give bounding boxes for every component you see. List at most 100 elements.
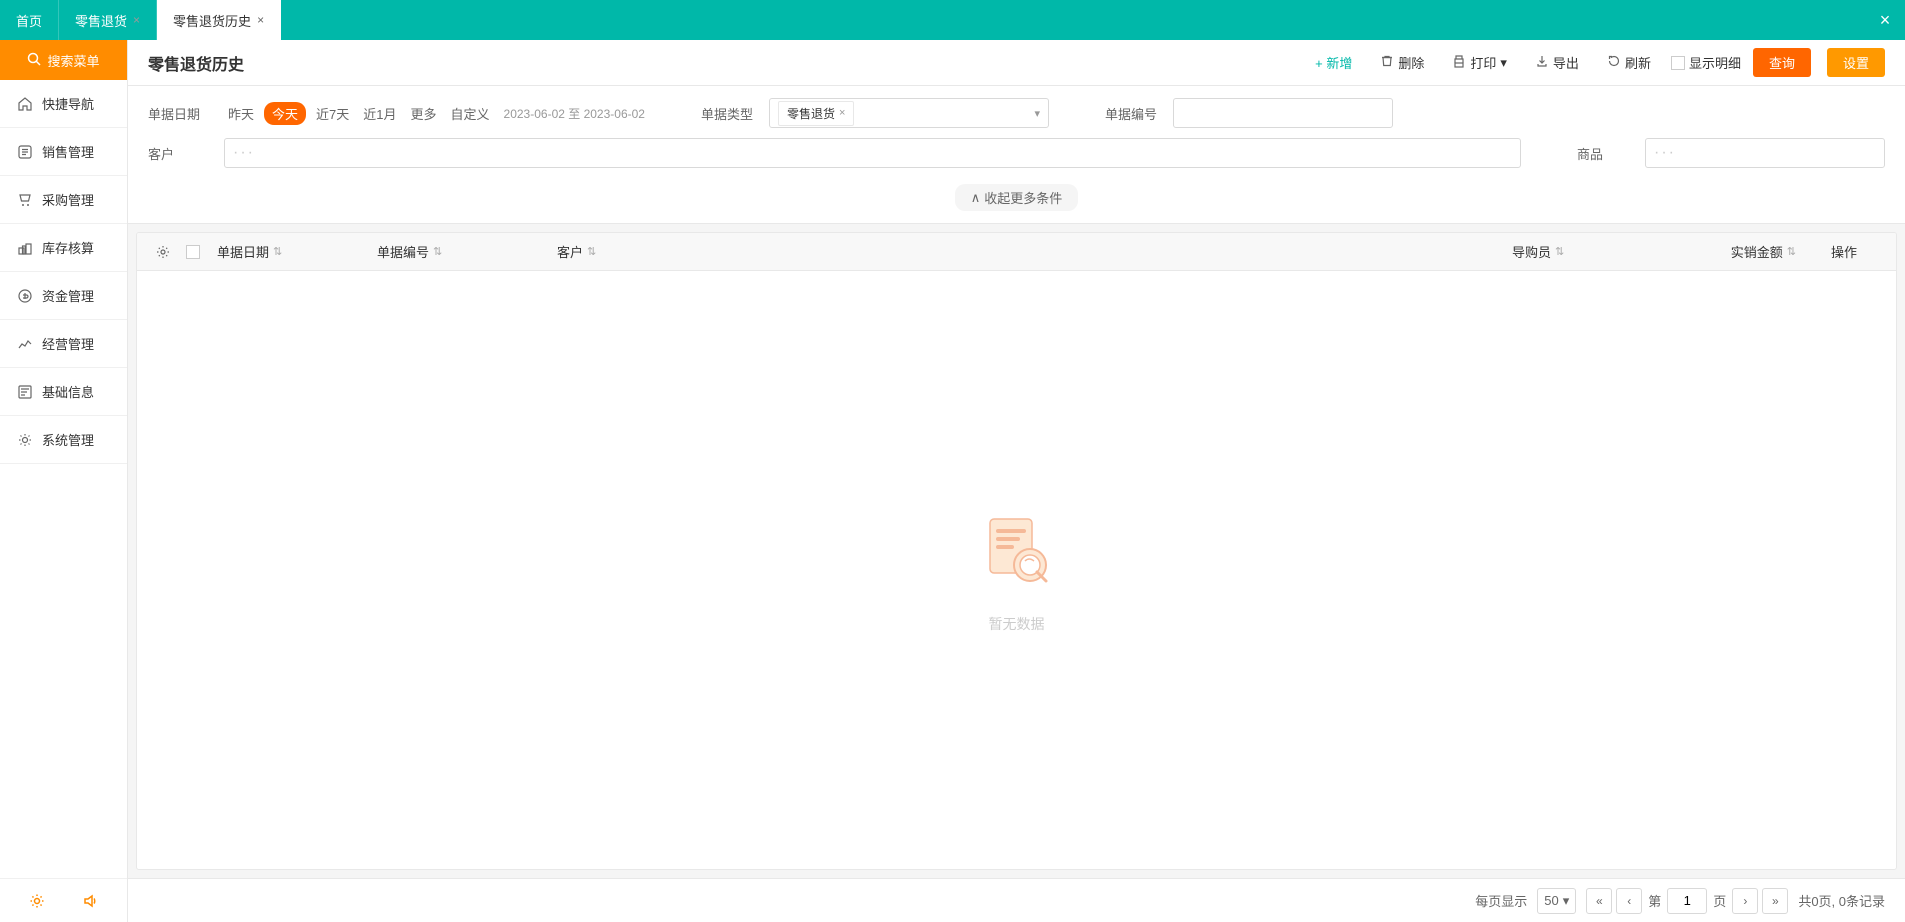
table-area: 单据日期 ⇅ 单据编号 ⇅ 客户 ⇅ 导购员 ⇅ 实销金额 ⇅ [136,232,1897,870]
type-filter-tag: 零售退货 × [778,101,854,126]
sidebar-search[interactable]: 搜索菜单 [0,40,127,80]
export-icon [1535,54,1549,71]
select-all-checkbox[interactable] [177,245,209,259]
sidebar-item-inventory-label: 库存核算 [42,238,94,257]
per-page-select[interactable]: 50 ▾ [1537,888,1576,914]
date-opt-custom[interactable]: 自定义 [447,102,494,125]
date-opt-today[interactable]: 今天 [264,102,306,125]
date-opt-7days[interactable]: 近7天 [312,102,353,125]
purchase-icon [16,191,34,209]
print-button[interactable]: 打印 ▾ [1444,49,1515,76]
collapse-up-icon: ∧ [971,190,981,206]
tab-home[interactable]: 首页 [0,0,59,40]
empty-text: 暂无数据 [989,614,1045,634]
collapse-label: 收起更多条件 [984,188,1062,207]
sidebar-search-label: 搜索菜单 [47,51,99,70]
page-unit: 页 [1713,891,1726,910]
collapse-button[interactable]: ∧ 收起更多条件 [955,184,1079,211]
inventory-icon [16,239,34,257]
sidebar-item-info[interactable]: 基础信息 [0,368,127,416]
sidebar-item-inventory[interactable]: 库存核算 [0,224,127,272]
col-header-customer[interactable]: 客户 ⇅ [549,242,1504,261]
customer-placeholder: ··· [233,144,255,162]
sidebar-nav: 快捷导航 销售管理 采购管理 库存核算 [0,80,127,878]
col-header-date[interactable]: 单据日期 ⇅ [209,242,369,261]
col-header-ops: 操作 [1804,242,1884,261]
goods-filter-label: 商品 [1577,144,1637,163]
tab-retail-return-close[interactable]: × [133,13,140,27]
type-tag-remove[interactable]: × [839,107,845,119]
filter-row-1: 单据日期 昨天 今天 近7天 近1月 更多 自定义 2023-06-02 至 2… [148,98,1885,128]
sidebar-item-business[interactable]: 经营管理 [0,320,127,368]
setting-button[interactable]: 设置 [1827,48,1885,77]
settings-gear-button[interactable] [21,885,53,917]
per-page-value: 50 [1544,893,1558,908]
delete-button-label: 删除 [1398,53,1424,72]
col-header-amount[interactable]: 实销金额 ⇅ [1664,242,1804,261]
sidebar-item-system[interactable]: 系统管理 [0,416,127,464]
tab-retail-return-label: 零售退货 [75,11,127,30]
date-range-display: 2023-06-02 至 2023-06-02 [504,105,645,122]
prev-page-button[interactable]: ‹ [1616,888,1642,914]
new-button[interactable]: + 新增 [1307,49,1360,76]
sidebar-item-system-label: 系统管理 [42,430,94,449]
page-number-input[interactable] [1667,888,1707,914]
type-filter-label: 单据类型 [701,104,761,123]
export-button[interactable]: 导出 [1527,49,1587,76]
query-button-label: 查询 [1769,56,1795,71]
tab-retail-return-history[interactable]: 零售退货历史 × [157,0,281,40]
last-page-button[interactable]: » [1762,888,1788,914]
sidebar-bottom [0,878,127,922]
query-button[interactable]: 查询 [1753,48,1811,77]
page-header: 零售退货历史 + 新增 删除 打印 ▾ [128,40,1905,86]
table-body-empty: 暂无数据 [137,271,1896,869]
new-button-label: + 新增 [1315,53,1352,72]
main-layout: 搜索菜单 快捷导航 销售管理 采购管理 [0,40,1905,922]
date-opt-yesterday[interactable]: 昨天 [224,102,258,125]
col-date-label: 单据日期 [217,242,269,261]
sidebar-item-sales[interactable]: 销售管理 [0,128,127,176]
col-header-guide[interactable]: 导购员 ⇅ [1504,242,1664,261]
goods-filter-select[interactable]: ··· [1645,138,1885,168]
window-close-button[interactable]: × [1865,0,1905,40]
voucher-filter-label: 单据编号 [1105,104,1165,123]
sidebar-item-quicknav[interactable]: 快捷导航 [0,80,127,128]
sidebar-item-purchase[interactable]: 采购管理 [0,176,127,224]
refresh-icon [1607,54,1621,71]
show-detail-checkbox[interactable] [1671,56,1685,70]
setting-button-label: 设置 [1843,56,1869,71]
col-header-num[interactable]: 单据编号 ⇅ [369,242,549,261]
tab-retail-return-history-close[interactable]: × [257,13,264,27]
finance-icon [16,287,34,305]
sidebar-item-finance-label: 资金管理 [42,286,94,305]
col-amount-label: 实销金额 [1731,242,1783,261]
system-icon [16,431,34,449]
sidebar-item-finance[interactable]: 资金管理 [0,272,127,320]
page-navigation: « ‹ 第 页 › » [1586,888,1788,914]
refresh-button[interactable]: 刷新 [1599,49,1659,76]
sidebar-item-quicknav-label: 快捷导航 [42,94,94,113]
print-button-label: 打印 [1470,53,1496,72]
col-customer-label: 客户 [557,242,583,261]
volume-button[interactable] [74,885,106,917]
type-filter-select[interactable]: 零售退货 × ▾ [769,98,1049,128]
delete-button[interactable]: 删除 [1372,49,1432,76]
date-options: 昨天 今天 近7天 近1月 更多 自定义 2023-06-02 至 2023-0… [224,102,645,125]
filter-collapse-row: ∧ 收起更多条件 [148,178,1885,211]
customer-filter-select[interactable]: ··· [224,138,1521,168]
tab-retail-return[interactable]: 零售退货 × [59,0,157,40]
voucher-filter-input[interactable] [1173,98,1393,128]
business-icon [16,335,34,353]
first-page-button[interactable]: « [1586,888,1612,914]
sales-icon [16,143,34,161]
date-opt-more[interactable]: 更多 [407,102,441,125]
next-page-button[interactable]: › [1732,888,1758,914]
table-settings-button[interactable] [149,238,177,266]
show-detail-toggle[interactable]: 显示明细 [1671,53,1741,72]
top-bar: 首页 零售退货 × 零售退货历史 × × [0,0,1905,40]
tab-retail-return-history-label: 零售退货历史 [173,11,251,30]
sidebar-item-sales-label: 销售管理 [42,142,94,161]
col-customer-sort-icon: ⇅ [587,245,596,258]
sidebar-item-info-label: 基础信息 [42,382,94,401]
date-opt-1month[interactable]: 近1月 [359,102,400,125]
